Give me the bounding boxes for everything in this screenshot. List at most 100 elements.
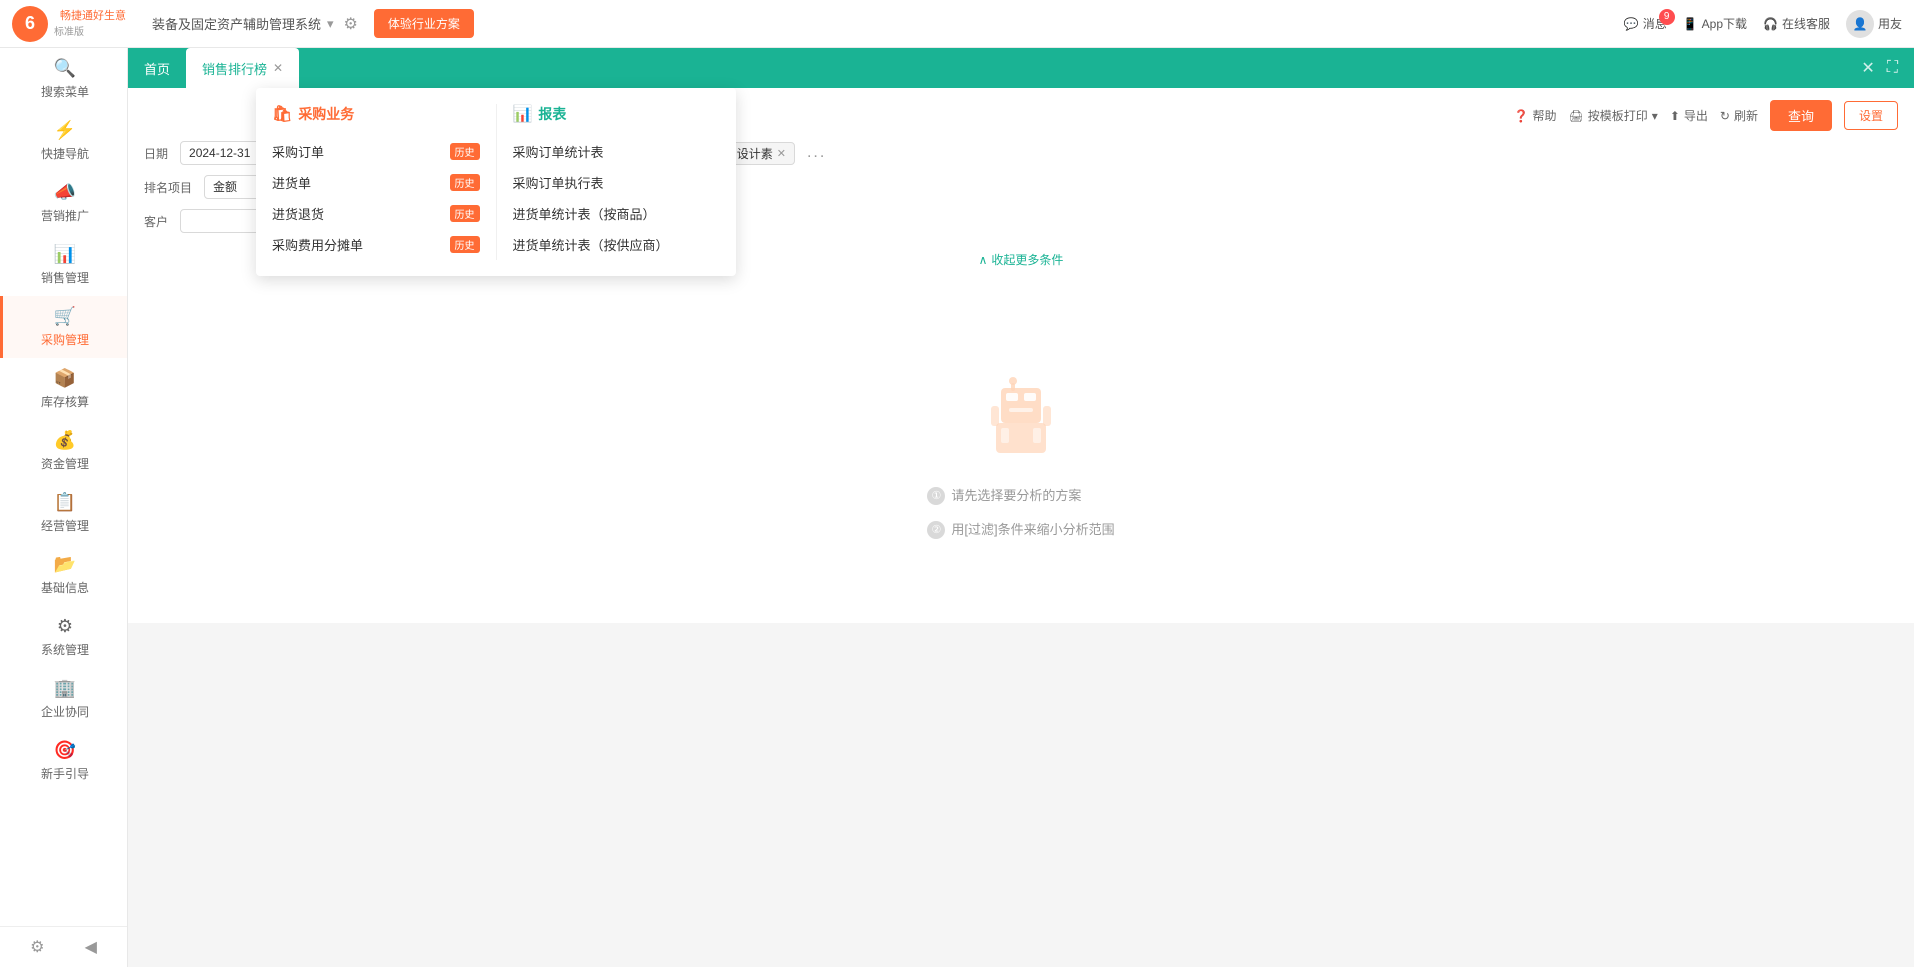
sidebar-marketing-label: 营销推广 xyxy=(41,207,89,224)
sidebar-sales-icon: 📊 xyxy=(54,244,76,265)
tab-close-icon[interactable]: ✕ xyxy=(273,61,283,75)
help-button[interactable]: ❓ 帮助 xyxy=(1514,107,1557,124)
rank-filter-label: 排名项目 xyxy=(144,179,192,196)
tab-home[interactable]: 首页 xyxy=(128,48,186,88)
sidebar-quicknav-icon: ⚡ xyxy=(54,120,76,141)
logo-area: 6 畅捷通好生意 标准版 xyxy=(12,6,140,42)
purchase-dropdown-menu: 🛍 采购业务 采购订单 历史 进货单 历史 进货退货 历史 采购费用分摊单 历史… xyxy=(256,88,736,276)
empty-state: ① 请先选择要分析的方案 ② 用[过滤]条件来缩小分析范围 xyxy=(128,288,1914,623)
sidebar-inventory-label: 库存核算 xyxy=(41,393,89,410)
sidebar-item-enterprise[interactable]: 🏢 企业协同 xyxy=(0,668,127,730)
app-container: 6 畅捷通好生意 标准版 装备及固定资产辅助管理系统 ▾ ⚙ 体验行业方案 💬 … xyxy=(0,0,1914,967)
purchase-report-section: 📊 报表 采购订单统计表采购订单执行表进货单统计表（按商品）进货单统计表（按供应… xyxy=(513,104,721,260)
sidebar-operations-label: 经营管理 xyxy=(41,517,89,534)
print-icon: 🖨 xyxy=(1569,109,1584,123)
sidebar-collapse-icon[interactable]: ◀ xyxy=(85,937,97,957)
sidebar-item-inventory[interactable]: 📦 库存核算 xyxy=(0,358,127,420)
purchase-business-section: 🛍 采购业务 采购订单 历史 进货单 历史 进货退货 历史 采购费用分摊单 历史 xyxy=(272,104,480,260)
online-service-button[interactable]: 🎧 在线客服 xyxy=(1763,15,1830,32)
search-button[interactable]: 查询 xyxy=(1770,100,1832,131)
avatar: 👤 xyxy=(1846,10,1874,38)
purchase-menu-item[interactable]: 采购订单 历史 xyxy=(272,136,480,167)
goods-filter-dots: ... xyxy=(807,144,826,162)
collapse-icon: ∧ xyxy=(979,253,988,267)
goods-tag-close-icon[interactable]: ✕ xyxy=(777,147,786,160)
empty-illustration xyxy=(971,368,1071,471)
content-area: 首页 销售排行榜 ✕ ✕ ⛶ xyxy=(128,48,1914,967)
sidebar-item-finance[interactable]: 💰 资金管理 xyxy=(0,420,127,482)
purchase-menu-item[interactable]: 进货退货 历史 xyxy=(272,198,480,229)
sidebar-inventory-icon: 📦 xyxy=(54,368,76,389)
sidebar-enterprise-icon: 🏢 xyxy=(54,678,76,699)
refresh-button[interactable]: ↻ 刷新 xyxy=(1720,107,1758,124)
purchase-report-title: 📊 报表 xyxy=(513,104,721,124)
tab-close-all-button[interactable]: ✕ xyxy=(1857,54,1878,82)
sidebar-search-label: 搜索菜单 xyxy=(41,83,89,100)
industry-button[interactable]: 体验行业方案 xyxy=(374,9,474,38)
settings-gear-icon[interactable]: ⚙ xyxy=(344,14,358,34)
purchase-business-title: 🛍 采购业务 xyxy=(272,104,480,124)
sidebar-item-sales[interactable]: 📊 销售管理 xyxy=(0,234,127,296)
sidebar-settings-icon[interactable]: ⚙ xyxy=(30,937,44,957)
sidebar-sales-label: 销售管理 xyxy=(41,269,89,286)
user-menu-button[interactable]: 👤 用友 xyxy=(1846,10,1902,38)
purchase-menu-item[interactable]: 采购费用分摊单 历史 xyxy=(272,229,480,260)
message-badge: 9 xyxy=(1659,9,1675,25)
template-print-button[interactable]: 🖨 按模板打印 ▾ xyxy=(1569,107,1658,124)
empty-robot-icon xyxy=(971,368,1071,468)
date-filter-label: 日期 xyxy=(144,145,168,162)
logo-text-area: 畅捷通好生意 标准版 xyxy=(54,9,126,38)
menu-divider xyxy=(496,104,497,260)
sidebar-search-icon: 🔍 xyxy=(54,58,76,79)
top-bar-right: 💬 消息 9 📱 App下载 🎧 在线客服 👤 用友 xyxy=(1624,10,1902,38)
sidebar: 🔍 搜索菜单 ⚡ 快捷导航 📣 营销推广 📊 销售管理 🛒 采购管理 📦 库存核… xyxy=(0,48,128,967)
tab-sales-ranking[interactable]: 销售排行榜 ✕ xyxy=(186,48,299,88)
customer-filter-label: 客户 xyxy=(144,213,168,230)
sidebar-enterprise-label: 企业协同 xyxy=(41,703,89,720)
sidebar-newguide-icon: 🎯 xyxy=(54,740,76,761)
headset-icon: 🎧 xyxy=(1763,17,1778,31)
report-menu-item[interactable]: 进货单统计表（按供应商） xyxy=(513,229,721,260)
export-icon: ⬆ xyxy=(1670,109,1680,123)
report-menu-item[interactable]: 采购订单执行表 xyxy=(513,167,721,198)
goods-tag: 设计素 ✕ xyxy=(728,142,795,165)
collapse-button[interactable]: ∧ 收起更多条件 xyxy=(979,251,1064,268)
sidebar-quicknav-label: 快捷导航 xyxy=(41,145,89,162)
sales-ranking-tab-label: 销售排行榜 xyxy=(202,59,267,78)
sidebar-item-quicknav[interactable]: ⚡ 快捷导航 xyxy=(0,110,127,172)
sidebar-item-newguide[interactable]: 🎯 新手引导 xyxy=(0,730,127,792)
phone-icon: 📱 xyxy=(1683,17,1698,31)
message-button[interactable]: 💬 消息 9 xyxy=(1624,15,1667,32)
tab-expand-button[interactable]: ⛶ xyxy=(1883,55,1902,81)
sidebar-item-basicinfo[interactable]: 📂 基础信息 xyxy=(0,544,127,606)
sidebar-item-system[interactable]: ⚙ 系统管理 xyxy=(0,606,127,668)
sidebar-operations-icon: 📋 xyxy=(54,492,76,513)
message-icon: 💬 xyxy=(1624,17,1639,31)
sidebar-item-purchase[interactable]: 🛒 采购管理 xyxy=(0,296,127,358)
main-area: 🔍 搜索菜单 ⚡ 快捷导航 📣 营销推广 📊 销售管理 🛒 采购管理 📦 库存核… xyxy=(0,48,1914,967)
purchase-business-icon: 🛍 xyxy=(272,104,292,124)
export-button[interactable]: ⬆ 导出 xyxy=(1670,107,1708,124)
sidebar-bottom: ⚙ ◀ xyxy=(0,926,127,967)
sidebar-basicinfo-icon: 📂 xyxy=(54,554,76,575)
filter-settings-button[interactable]: 设置 xyxy=(1844,101,1898,130)
sidebar-newguide-label: 新手引导 xyxy=(41,765,89,782)
sidebar-items: 🔍 搜索菜单 ⚡ 快捷导航 📣 营销推广 📊 销售管理 🛒 采购管理 📦 库存核… xyxy=(0,48,127,792)
sidebar-item-operations[interactable]: 📋 经营管理 xyxy=(0,482,127,544)
logo-line1: 畅捷通好生意 xyxy=(60,9,126,23)
app-download-button[interactable]: 📱 App下载 xyxy=(1683,15,1747,32)
sidebar-item-marketing[interactable]: 📣 营销推广 xyxy=(0,172,127,234)
logo-icon: 6 xyxy=(12,6,48,42)
sidebar-finance-label: 资金管理 xyxy=(41,455,89,472)
sidebar-item-search[interactable]: 🔍 搜索菜单 xyxy=(0,48,127,110)
report-menu-item[interactable]: 进货单统计表（按商品） xyxy=(513,198,721,229)
title-dropdown-icon[interactable]: ▾ xyxy=(327,16,334,32)
sidebar-system-icon: ⚙ xyxy=(57,616,73,637)
sidebar-finance-icon: 💰 xyxy=(54,430,76,451)
empty-step-1: ① 请先选择要分析的方案 xyxy=(927,483,1114,509)
tab-bar-actions: ✕ ⛶ xyxy=(1857,54,1914,82)
purchase-menu-item[interactable]: 进货单 历史 xyxy=(272,167,480,198)
report-menu-item[interactable]: 采购订单统计表 xyxy=(513,136,721,167)
print-dropdown-icon: ▾ xyxy=(1652,109,1658,123)
help-icon: ❓ xyxy=(1514,109,1529,123)
